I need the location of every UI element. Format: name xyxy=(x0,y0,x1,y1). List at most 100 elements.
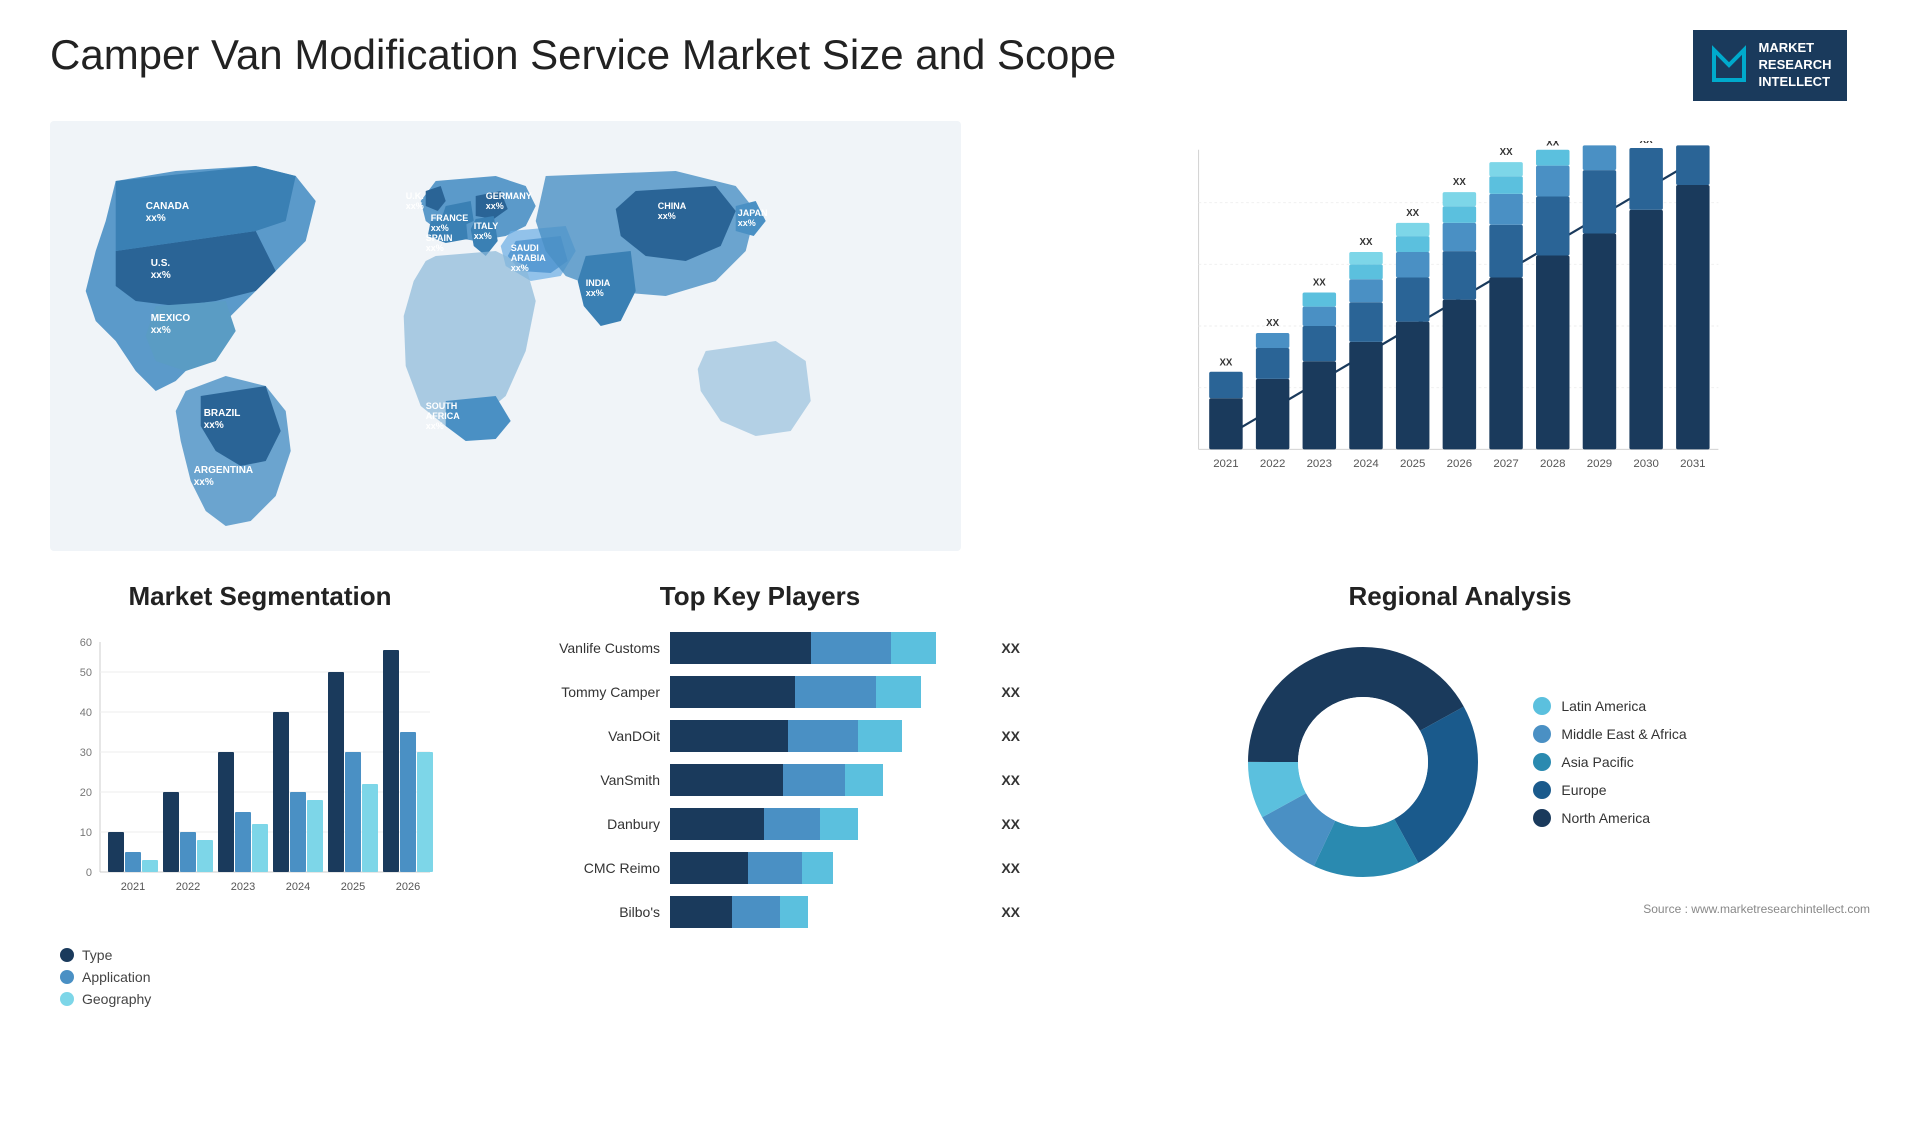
svg-text:2025: 2025 xyxy=(341,881,365,893)
map-label-canada: CANADA xyxy=(146,201,189,212)
key-players-section: Top Key Players Vanlife Customs XX xyxy=(500,581,1020,1001)
player-val-cmc: XX xyxy=(1001,860,1020,876)
legend-label-latin: Latin America xyxy=(1561,698,1646,714)
map-label-uk-val: xx% xyxy=(406,201,424,211)
map-label-mexico: MEXICO xyxy=(151,313,191,324)
regional-title: Regional Analysis xyxy=(1050,581,1870,612)
svg-text:XX: XX xyxy=(1593,141,1606,144)
legend-color-europe xyxy=(1533,781,1551,799)
svg-text:10: 10 xyxy=(80,827,92,839)
segmentation-section: Market Segmentation 0 10 20 30 40 50 60 xyxy=(50,581,470,1001)
map-label-southafrica2: AFRICA xyxy=(426,411,460,421)
legend-label-geography: Geography xyxy=(82,991,151,1007)
map-label-southafrica-val: xx% xyxy=(426,421,444,431)
bottom-section: Market Segmentation 0 10 20 30 40 50 60 xyxy=(50,581,1870,1001)
growth-chart-container: XX XX XX XX xyxy=(1001,121,1870,551)
map-label-germany-val: xx% xyxy=(486,201,504,211)
map-label-argentina-val: xx% xyxy=(194,477,214,488)
legend-color-na xyxy=(1533,809,1551,827)
legend-dot-type xyxy=(60,948,74,962)
player-val-tommy: XX xyxy=(1001,684,1020,700)
legend-item-mea: Middle East & Africa xyxy=(1533,725,1686,743)
player-row-vansmith: VanSmith XX xyxy=(500,764,1020,796)
map-label-spain: SPAIN xyxy=(426,233,453,243)
map-label-canada-val: xx% xyxy=(146,213,166,224)
legend-color-mea xyxy=(1533,725,1551,743)
map-label-saudi-val: xx% xyxy=(511,263,529,273)
map-label-spain-val: xx% xyxy=(426,243,444,253)
growth-chart-svg: XX XX XX XX xyxy=(1031,141,1860,511)
svg-text:40: 40 xyxy=(80,707,92,719)
svg-text:2023: 2023 xyxy=(231,881,255,893)
legend-dot-geography xyxy=(60,992,74,1006)
donut-chart xyxy=(1233,632,1493,892)
map-label-brazil-val: xx% xyxy=(204,420,224,431)
map-label-china: CHINA xyxy=(658,201,687,211)
player-name-vandoit: VanDOit xyxy=(500,728,660,744)
svg-text:XX: XX xyxy=(1640,141,1653,146)
svg-text:2026: 2026 xyxy=(1447,458,1472,470)
map-label-japan: JAPAN xyxy=(738,208,768,218)
svg-text:XX: XX xyxy=(1313,277,1326,288)
legend-label-europe: Europe xyxy=(1561,782,1606,798)
legend-item-apac: Asia Pacific xyxy=(1533,753,1686,771)
map-label-saudi2: ARABIA xyxy=(511,253,546,263)
svg-text:2024: 2024 xyxy=(286,881,310,893)
legend-label-type: Type xyxy=(82,947,112,963)
map-label-brazil: BRAZIL xyxy=(204,408,241,419)
segmentation-svg: 0 10 20 30 40 50 60 xyxy=(50,632,450,932)
legend-type: Type xyxy=(60,947,470,963)
svg-text:XX: XX xyxy=(1500,147,1513,158)
svg-text:XX: XX xyxy=(1547,141,1560,148)
source-text: Source : www.marketresearchintellect.com xyxy=(1050,902,1870,916)
svg-text:2026: 2026 xyxy=(396,881,420,893)
svg-text:0: 0 xyxy=(86,867,92,879)
svg-text:2022: 2022 xyxy=(1260,458,1285,470)
segmentation-legend: Type Application Geography xyxy=(50,947,470,1007)
svg-text:2022: 2022 xyxy=(176,881,200,893)
logo-text: MARKET RESEARCH INTELLECT xyxy=(1759,40,1832,91)
player-val-vansmith: XX xyxy=(1001,772,1020,788)
svg-text:XX: XX xyxy=(1686,141,1700,144)
map-container: CANADA xx% U.S. xx% MEXICO xx% BRAZIL xx… xyxy=(50,121,961,551)
svg-text:2023: 2023 xyxy=(1307,458,1332,470)
player-bar-bilbo xyxy=(670,896,983,928)
svg-text:2028: 2028 xyxy=(1540,458,1565,470)
svg-text:XX: XX xyxy=(1267,318,1280,329)
player-row-danbury: Danbury XX xyxy=(500,808,1020,840)
player-row-vanlife: Vanlife Customs XX xyxy=(500,632,1020,664)
player-row-vandoit: VanDOit XX xyxy=(500,720,1020,752)
svg-text:20: 20 xyxy=(80,787,92,799)
svg-text:2021: 2021 xyxy=(121,881,145,893)
legend-application: Application xyxy=(60,969,470,985)
donut-container: Latin America Middle East & Africa Asia … xyxy=(1050,632,1870,892)
player-name-cmc: CMC Reimo xyxy=(500,860,660,876)
header: Camper Van Modification Service Market S… xyxy=(50,30,1870,101)
map-label-argentina: ARGENTINA xyxy=(194,465,253,476)
player-name-vansmith: VanSmith xyxy=(500,772,660,788)
legend-item-na: North America xyxy=(1533,809,1686,827)
segmentation-title: Market Segmentation xyxy=(50,581,470,612)
player-bar-vansmith xyxy=(670,764,983,796)
legend-label-apac: Asia Pacific xyxy=(1561,754,1633,770)
map-label-uk: U.K. xyxy=(406,191,424,201)
player-val-bilbo: XX xyxy=(1001,904,1020,920)
page-title: Camper Van Modification Service Market S… xyxy=(50,30,1116,80)
legend-color-apac xyxy=(1533,753,1551,771)
player-val-vanlife: XX xyxy=(1001,640,1020,656)
svg-text:2021: 2021 xyxy=(1214,458,1239,470)
key-players-title: Top Key Players xyxy=(500,581,1020,612)
logo-area: MARKET RESEARCH INTELLECT xyxy=(1670,30,1870,101)
legend-item-latin: Latin America xyxy=(1533,697,1686,715)
svg-text:XX: XX xyxy=(1407,208,1420,219)
map-label-mexico-val: xx% xyxy=(151,325,171,336)
legend-item-europe: Europe xyxy=(1533,781,1686,799)
svg-text:XX: XX xyxy=(1453,177,1466,188)
map-label-saudi: SAUDI xyxy=(511,243,539,253)
player-name-tommy: Tommy Camper xyxy=(500,684,660,700)
map-label-china-val: xx% xyxy=(658,211,676,221)
player-name-bilbo: Bilbo's xyxy=(500,904,660,920)
map-label-france: FRANCE xyxy=(431,213,469,223)
map-label-us-val: xx% xyxy=(151,270,171,281)
regional-legend: Latin America Middle East & Africa Asia … xyxy=(1533,697,1686,827)
